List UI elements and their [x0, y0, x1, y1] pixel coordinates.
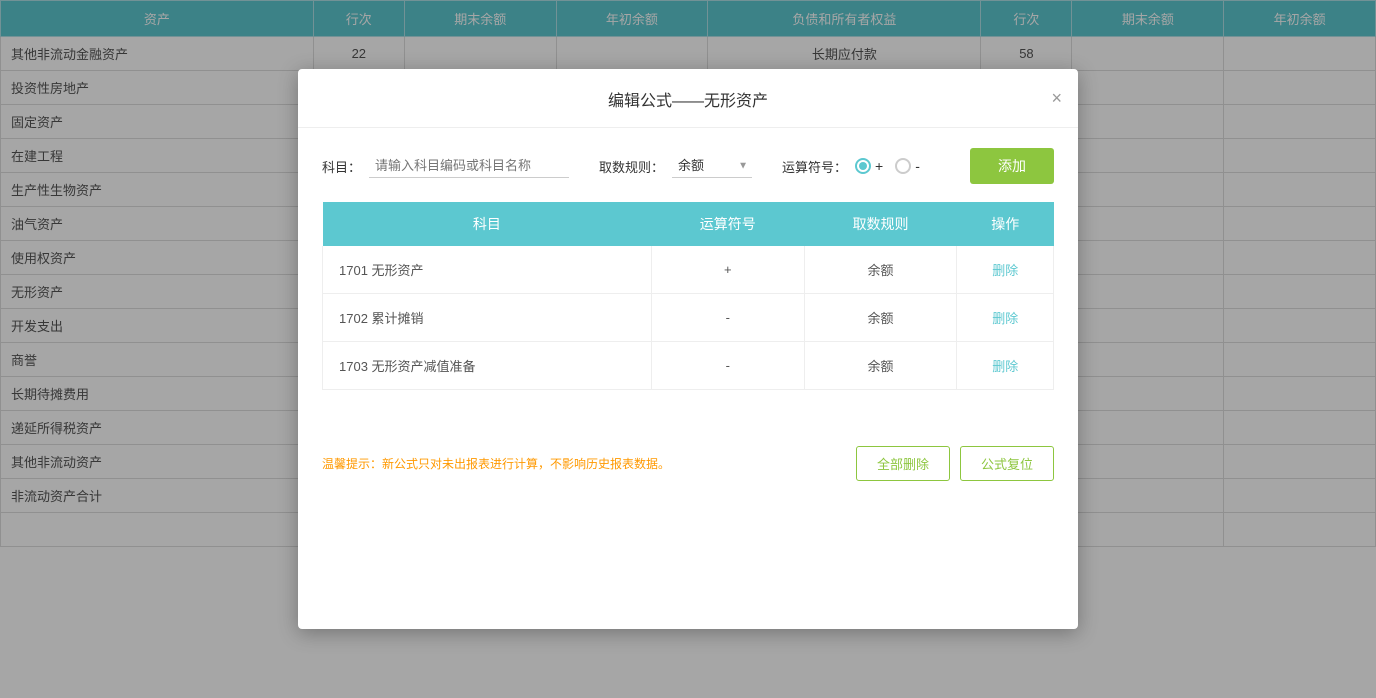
operator-section: 运算符号： + -: [782, 157, 920, 176]
add-button[interactable]: 添加: [970, 148, 1054, 184]
formula-table: 科目 运算符号 取数规则 操作 1701 无形资产 + 余额 删除: [322, 202, 1054, 390]
edit-formula-modal: 编辑公式——无形资产 × 科目： 取数规则： 余额 借方 贷方 借方累计: [298, 69, 1078, 629]
rule-label: 取数规则：: [599, 157, 664, 176]
table-row: 1701 无形资产 + 余额 删除: [323, 246, 1054, 294]
col-operator: 运算符号: [651, 202, 804, 246]
col-action: 操作: [957, 202, 1054, 246]
row-subject-0: 1701 无形资产: [323, 246, 652, 294]
rule-select[interactable]: 余额 借方 贷方 借方累计 贷方累计: [672, 154, 752, 178]
modal-title: 编辑公式——无形资产: [608, 87, 768, 111]
delete-all-button[interactable]: 全部删除: [856, 446, 950, 481]
table-header-row: 科目 运算符号 取数规则 操作: [323, 202, 1054, 246]
row-action-0: 删除: [957, 246, 1054, 294]
modal-overlay: 编辑公式——无形资产 × 科目： 取数规则： 余额 借方 贷方 借方累计: [0, 0, 1376, 698]
col-rule: 取数规则: [804, 202, 957, 246]
row-operator-2: -: [651, 342, 804, 390]
col-subject: 科目: [323, 202, 652, 246]
reset-formula-button[interactable]: 公式复位: [960, 446, 1054, 481]
row-action-1: 删除: [957, 294, 1054, 342]
operator-plus-label: +: [875, 158, 883, 174]
row-rule-1: 余额: [804, 294, 957, 342]
close-button[interactable]: ×: [1051, 89, 1062, 107]
operator-plus-radio[interactable]: +: [855, 158, 883, 174]
row-operator-1: -: [651, 294, 804, 342]
row-action-2: 删除: [957, 342, 1054, 390]
operator-radio-group: + -: [855, 158, 920, 174]
rule-select-wrap: 余额 借方 贷方 借方累计 贷方累计 ▼: [672, 154, 752, 178]
row-operator-0: +: [651, 246, 804, 294]
footer-buttons: 全部删除 公式复位: [856, 446, 1054, 481]
table-row: 1703 无形资产减值准备 - 余额 删除: [323, 342, 1054, 390]
radio-circle-minus: [895, 158, 911, 174]
form-row: 科目： 取数规则： 余额 借方 贷方 借方累计 贷方累计 ▼: [322, 148, 1054, 184]
modal-body: 科目： 取数规则： 余额 借方 贷方 借方累计 贷方累计 ▼: [298, 128, 1078, 430]
delete-link-0[interactable]: 删除: [992, 263, 1018, 278]
rule-section: 取数规则： 余额 借方 贷方 借方累计 贷方累计 ▼: [599, 154, 752, 178]
operator-label: 运算符号：: [782, 157, 847, 176]
modal-header: 编辑公式——无形资产 ×: [298, 69, 1078, 128]
table-row: 1702 累计摊销 - 余额 删除: [323, 294, 1054, 342]
operator-minus-label: -: [915, 158, 920, 174]
delete-link-1[interactable]: 删除: [992, 311, 1018, 326]
subject-input[interactable]: [369, 154, 569, 178]
row-rule-2: 余额: [804, 342, 957, 390]
row-rule-0: 余额: [804, 246, 957, 294]
hint-text: 温馨提示：新公式只对未出报表进行计算，不影响历史报表数据。: [322, 455, 670, 472]
subject-label: 科目：: [322, 157, 361, 176]
delete-link-2[interactable]: 删除: [992, 359, 1018, 374]
row-subject-1: 1702 累计摊销: [323, 294, 652, 342]
radio-circle-plus: [855, 158, 871, 174]
modal-footer: 温馨提示：新公式只对未出报表进行计算，不影响历史报表数据。 全部删除 公式复位: [298, 430, 1078, 501]
row-subject-2: 1703 无形资产减值准备: [323, 342, 652, 390]
operator-minus-radio[interactable]: -: [895, 158, 920, 174]
